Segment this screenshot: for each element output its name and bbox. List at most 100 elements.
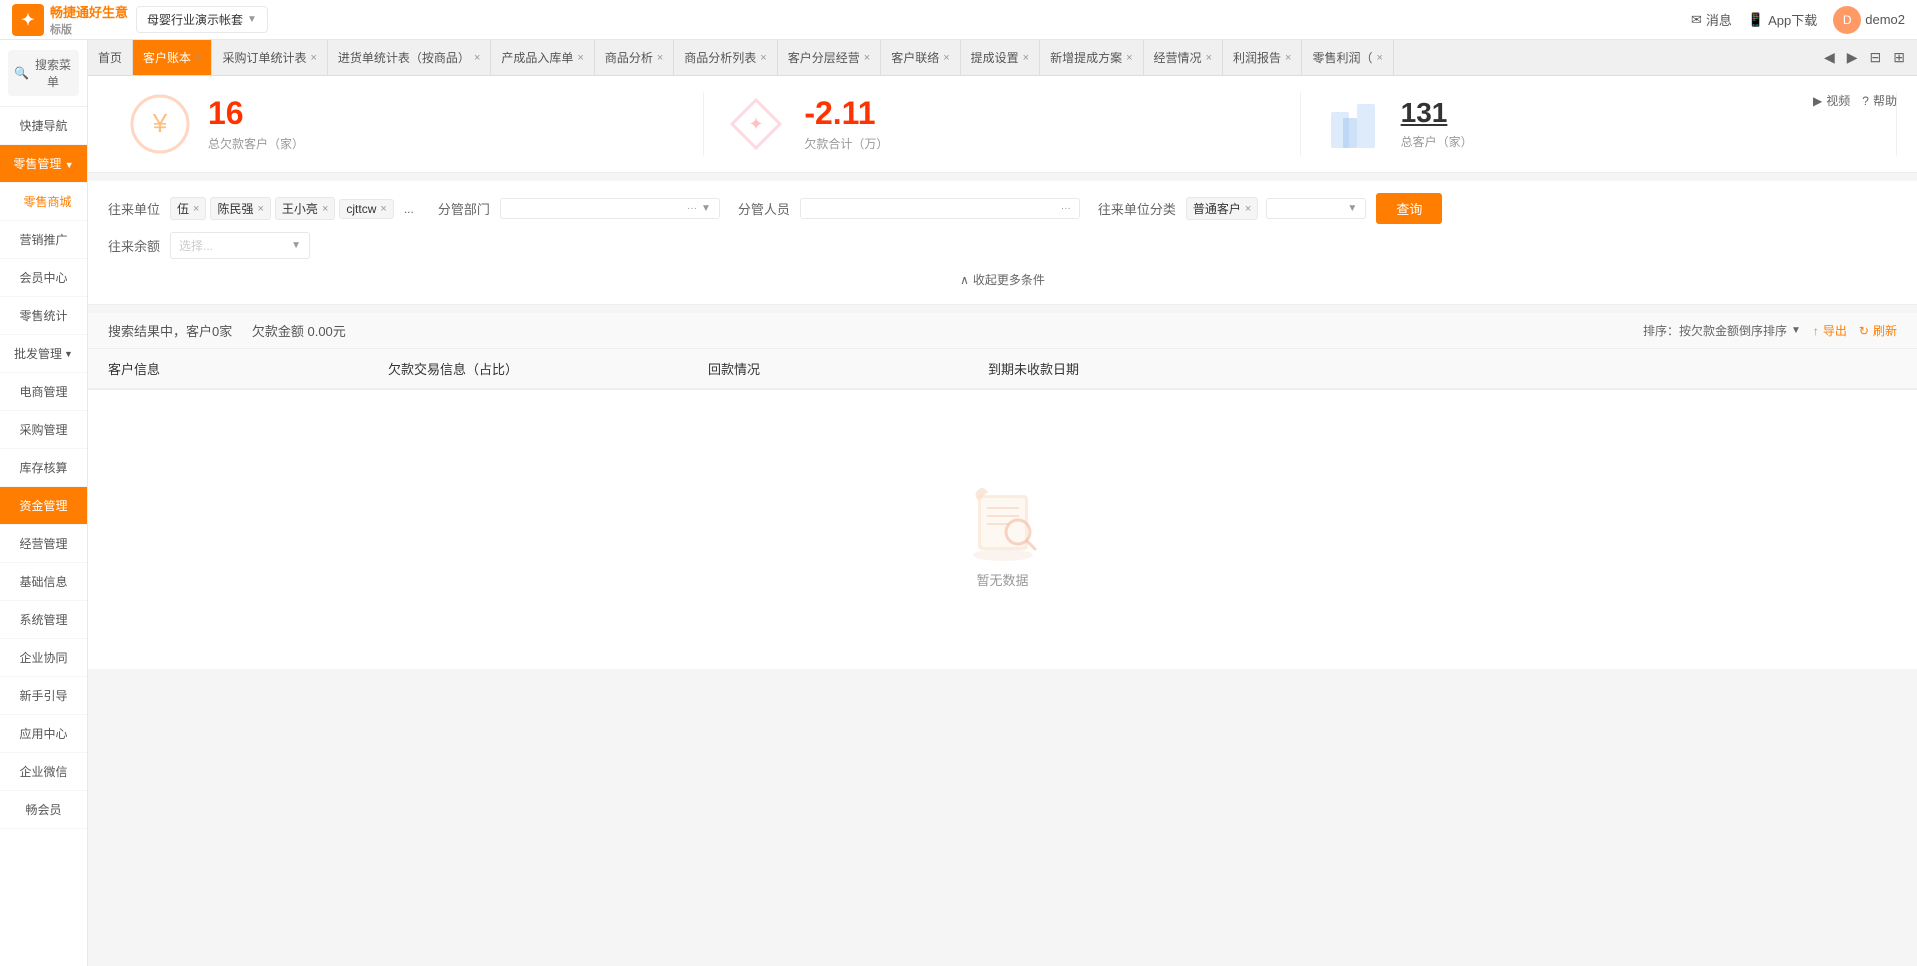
classification-filter-label: 往来单位分类 [1098,199,1176,218]
results-bar: 搜索结果中，客户0家 欠款金额 0.00元 排序：按欠款金额倒序排序 ▼ ↑ 导… [88,313,1917,349]
sidebar-item-ops-mgmt[interactable]: 经营管理 [0,525,87,563]
stat-overdue-amount-icon: ✦ [724,92,788,156]
unit-tag-wang-remove[interactable]: × [322,203,328,215]
tab-business-status-close[interactable]: × [1206,52,1212,64]
tab-prev-button[interactable]: ◀ [1820,47,1839,68]
sidebar-item-member-center[interactable]: 会员中心 [0,259,87,297]
video-help-button[interactable]: ▶ 视频 [1813,92,1850,109]
tab-goods-stats[interactable]: 进货单统计表（按商品） × [328,40,491,75]
export-button[interactable]: ↑ 导出 [1813,322,1847,339]
tab-new-reminder-close[interactable]: × [1126,52,1132,64]
sidebar-item-enterprise-collab[interactable]: 企业协同 [0,639,87,677]
sidebar-item-vip-member[interactable]: 畅会员 [0,791,87,829]
member-center-label: 会员中心 [19,271,67,285]
tab-business-status[interactable]: 经营情况 × [1144,40,1223,75]
sidebar-item-inventory[interactable]: 库存核算 [0,449,87,487]
sidebar-item-marketing[interactable]: 营销推广 [0,221,87,259]
tab-new-reminder-label: 新增提成方案 [1050,49,1122,66]
person-more-icon: ··· [1061,203,1071,214]
classification-select[interactable]: ▼ [1266,198,1366,219]
tenant-selector[interactable]: 母婴行业演示帐套 ▼ [136,6,268,33]
tab-purchase-stats-close[interactable]: × [310,52,316,64]
sidebar-item-capital-mgmt[interactable]: 资金管理 [0,487,87,525]
export-label: 导出 [1823,322,1847,339]
tab-minimize-button[interactable]: ⊟ [1866,47,1886,68]
app-download-action[interactable]: 📱 App下载 [1748,10,1817,29]
stat-overdue-amount-values: -2.11 欠款合计（万） [804,96,888,152]
tab-goods-stats-close[interactable]: × [474,52,480,64]
tab-home-label: 首页 [98,49,122,66]
tenant-name: 母婴行业演示帐套 [147,11,243,28]
tab-reminder-settings-close[interactable]: × [1023,52,1029,64]
tab-retail-profit[interactable]: 零售利润（ × [1302,40,1393,75]
tab-produce-entry-close[interactable]: × [577,52,583,64]
tab-goods-analysis-list[interactable]: 商品分析列表 × [674,40,777,75]
tab-produce-entry-label: 产成品入库单 [501,49,573,66]
tab-retail-profit-close[interactable]: × [1376,52,1382,64]
sidebar: 🔍 搜索菜单 快捷导航 零售管理 ▼ 零售商城 营销推广 会员中心 零售统计 批… [0,40,88,966]
sidebar-item-quick-nav[interactable]: 快捷导航 [0,107,87,145]
sidebar-item-retail-stats[interactable]: 零售统计 [0,297,87,335]
collapse-button[interactable]: ∧ 收起更多条件 [956,267,1049,292]
sidebar-item-retail-mgmt[interactable]: 零售管理 ▼ [0,145,87,183]
tab-customer-contact[interactable]: 客户联络 × [881,40,960,75]
tab-customer-accounts-close[interactable]: × [195,52,201,64]
sidebar-item-batch-mgmt[interactable]: 批发管理 ▼ [0,335,87,373]
new-guide-label: 新手引导 [19,689,67,703]
sort-select[interactable]: 排序：按欠款金额倒序排序 ▼ [1643,322,1801,339]
tab-goods-analysis-label: 商品分析 [605,49,653,66]
sidebar-item-app-center[interactable]: 应用中心 [0,715,87,753]
remainder-select[interactable]: 选择... ▼ [170,232,310,259]
tab-customer-segment-close[interactable]: × [864,52,870,64]
tab-purchase-stats[interactable]: 采购订单统计表 × [212,40,327,75]
purchase-mgmt-label: 采购管理 [19,423,67,437]
tab-goods-analysis[interactable]: 商品分析 × [595,40,674,75]
query-button[interactable]: 查询 [1376,193,1442,224]
retail-stats-label: 零售统计 [19,309,67,323]
unit-more-button[interactable]: ... [398,200,420,218]
unit-tag-chen-remove[interactable]: × [257,203,263,215]
overdue-amount-number: -2.11 [804,96,888,131]
remainder-placeholder: 选择... [179,237,213,254]
quick-nav-label: 快捷导航 [19,119,67,133]
data-table: 客户信息 欠款交易信息（占比） 回款情况 到期未收款日期 [88,349,1917,669]
tab-customer-accounts[interactable]: 客户账本 × [133,40,212,75]
classification-tag-remove[interactable]: × [1245,203,1251,215]
sidebar-item-new-guide[interactable]: 新手引导 [0,677,87,715]
tab-customer-contact-close[interactable]: × [943,52,949,64]
message-action[interactable]: ✉ 消息 [1691,10,1732,29]
tab-customer-segment[interactable]: 客户分层经营 × [778,40,881,75]
tab-home[interactable]: 首页 [88,40,133,75]
tab-maximize-button[interactable]: ⊞ [1889,47,1909,68]
person-select[interactable]: ··· [800,198,1080,219]
tab-profit-report[interactable]: 利润报告 × [1223,40,1302,75]
search-menu-button[interactable]: 🔍 搜索菜单 [8,50,79,96]
unit-tag-wu-remove[interactable]: × [193,203,199,215]
help-label: 帮助 [1873,92,1897,109]
sidebar-item-basic-info[interactable]: 基础信息 [0,563,87,601]
overdue-amount-label: 欠款合计（万） [804,135,888,152]
stat-total-customers-values: 131 总客户（家） [1401,98,1473,150]
app-download-label: App下载 [1768,10,1817,29]
tab-profit-report-close[interactable]: × [1285,52,1291,64]
sidebar-item-sys-mgmt[interactable]: 系统管理 [0,601,87,639]
sidebar-item-ecommerce[interactable]: 电商管理 [0,373,87,411]
classification-tag-normal: 普通客户 × [1186,197,1258,220]
unit-tag-cjttcw: cjttcw × [339,199,393,219]
unit-tag-cjttcw-remove[interactable]: × [380,203,386,215]
sidebar-item-retail-mall[interactable]: 零售商城 [0,183,87,221]
tab-reminder-settings[interactable]: 提成设置 × [961,40,1040,75]
tab-produce-entry[interactable]: 产成品入库单 × [491,40,594,75]
tab-next-button[interactable]: ▶ [1843,47,1862,68]
refresh-button[interactable]: ↻ 刷新 [1859,322,1897,339]
tab-goods-analysis-list-close[interactable]: × [760,52,766,64]
dept-select[interactable]: ··· ▼ [500,198,720,219]
message-label: 消息 [1706,10,1732,29]
sidebar-item-purchase-mgmt[interactable]: 采购管理 [0,411,87,449]
user-avatar-action[interactable]: D demo2 [1833,6,1905,34]
tab-new-reminder[interactable]: 新增提成方案 × [1040,40,1143,75]
batch-mgmt-label: 批发管理 [14,345,62,362]
help-button[interactable]: ? 帮助 [1862,92,1897,109]
tab-goods-analysis-close[interactable]: × [657,52,663,64]
sidebar-item-enterprise-wechat[interactable]: 企业微信 [0,753,87,791]
